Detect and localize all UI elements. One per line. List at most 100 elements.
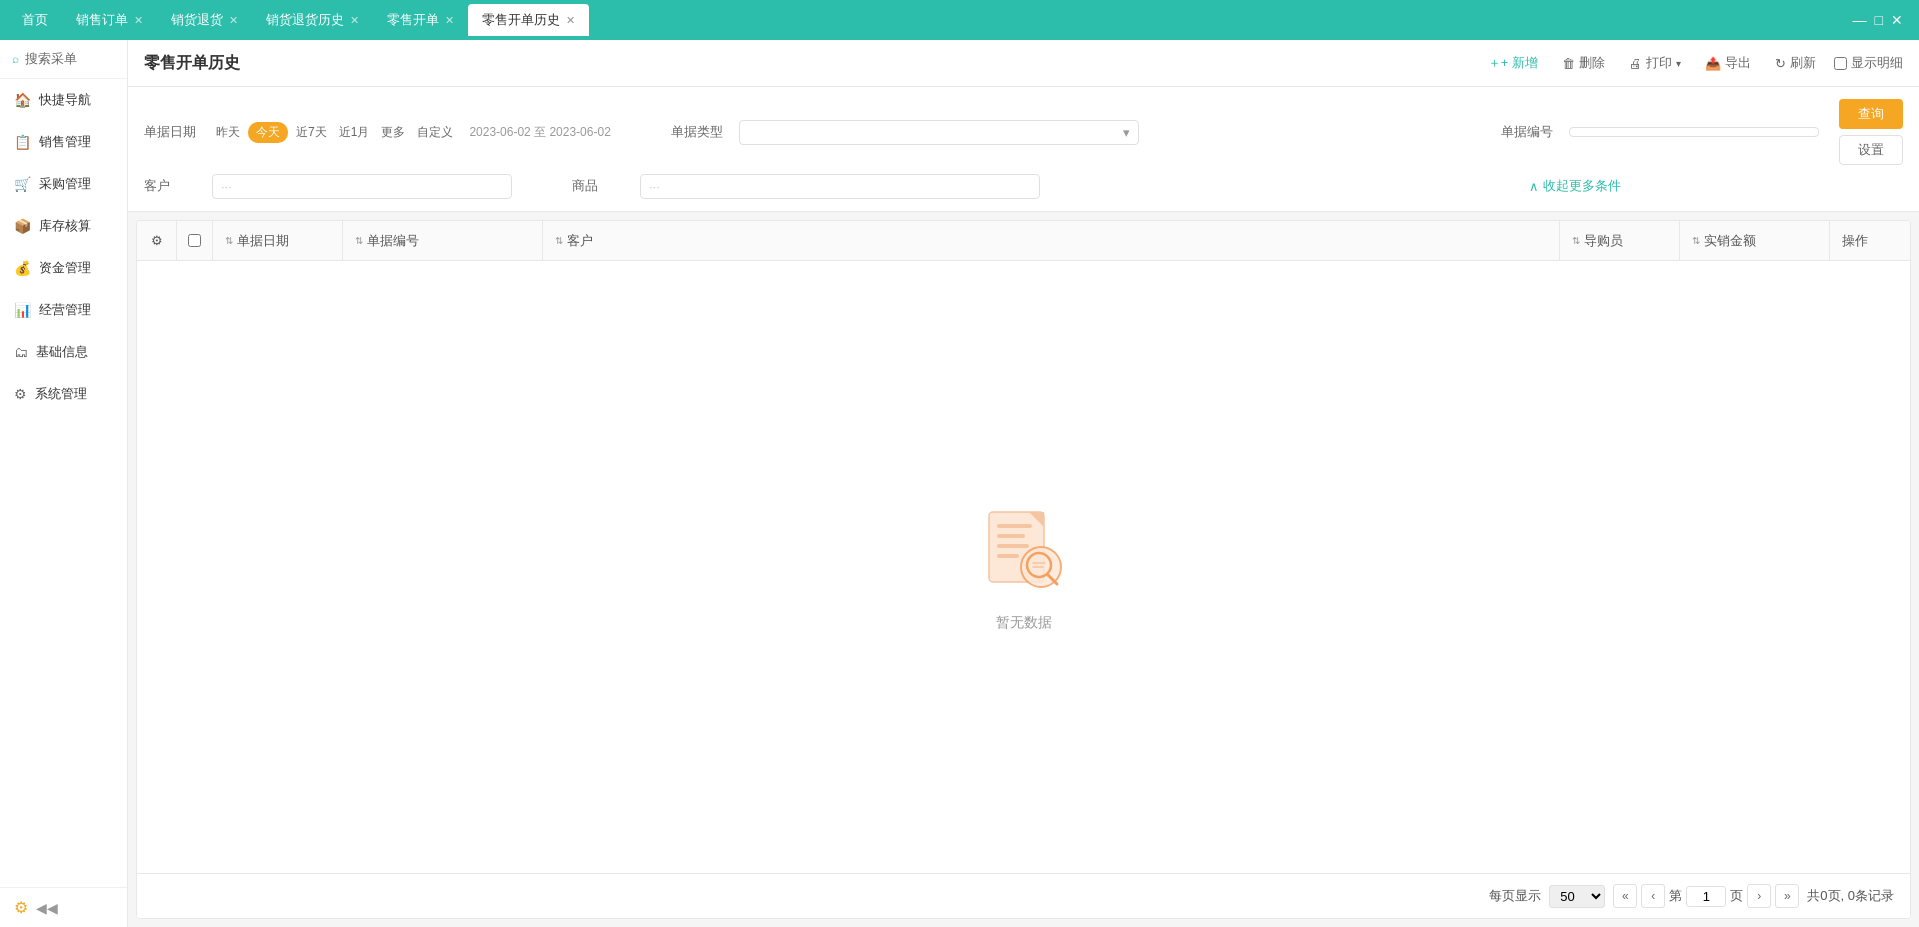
date-btn-custom[interactable]: 自定义 [413, 122, 457, 143]
show-detail-check[interactable] [1834, 57, 1847, 70]
query-button[interactable]: 查询 [1839, 99, 1903, 129]
sidebar-item-finance-label: 资金管理 [39, 259, 91, 277]
tab-bar: 首页 销售订单 ✕ 销货退货 ✕ 销货退货历史 ✕ 零售开单 ✕ 零售开单历史 … [0, 0, 1919, 40]
sidebar-item-sales-mgmt[interactable]: 📋 销售管理 [0, 121, 127, 163]
add-icon: ＋ [1488, 54, 1501, 72]
filter-date-range: 2023-06-02 至 2023-06-02 [469, 124, 610, 141]
purchase-mgmt-icon: 🛒 [14, 176, 31, 192]
sidebar-item-quick-nav[interactable]: 🏠 快捷导航 [0, 79, 127, 121]
sys-mgmt-icon: ⚙ [14, 386, 27, 402]
tab-sales-order[interactable]: 销售订单 ✕ [62, 4, 157, 36]
show-detail-checkbox[interactable]: 显示明细 [1834, 54, 1903, 72]
page-size-select[interactable]: 50 10 20 100 [1549, 885, 1605, 908]
th-date[interactable]: ⇅ 单据日期 [213, 221, 343, 260]
export-label: 导出 [1725, 54, 1751, 72]
sales-mgmt-icon: 📋 [14, 134, 31, 150]
export-button[interactable]: 📤 导出 [1699, 50, 1757, 76]
date-btn-1month[interactable]: 近1月 [335, 122, 374, 143]
tab-retail-history[interactable]: 零售开单历史 ✕ [468, 4, 589, 36]
window-close[interactable]: ✕ [1891, 12, 1903, 28]
show-detail-label: 显示明细 [1851, 54, 1903, 72]
table-container: ⚙ ⇅ 单据日期 ⇅ 单据编号 ⇅ 客户 ⇅ [136, 220, 1911, 919]
sort-amount-icon: ⇅ [1692, 235, 1700, 246]
tab-sales-return-history[interactable]: 销货退货历史 ✕ [252, 4, 373, 36]
table-header: ⚙ ⇅ 单据日期 ⇅ 单据编号 ⇅ 客户 ⇅ [137, 221, 1910, 261]
th-settings[interactable]: ⚙ [137, 221, 177, 260]
add-label: + 新增 [1501, 54, 1538, 72]
sort-date-icon: ⇅ [225, 235, 233, 246]
tab-sales-order-close[interactable]: ✕ [134, 14, 143, 27]
sidebar-item-finance[interactable]: 💰 资金管理 [0, 247, 127, 289]
date-btn-yesterday[interactable]: 昨天 [212, 122, 244, 143]
sidebar-item-purchase-mgmt[interactable]: 🛒 采购管理 [0, 163, 127, 205]
add-button[interactable]: ＋ + 新增 [1482, 50, 1544, 76]
sidebar-item-sys-mgmt[interactable]: ⚙ 系统管理 [0, 373, 127, 415]
tab-retail-open[interactable]: 零售开单 ✕ [373, 4, 468, 36]
date-btn-7days[interactable]: 近7天 [292, 122, 331, 143]
th-guide-label: 导购员 [1584, 232, 1623, 250]
th-sn-label: 单据编号 [367, 232, 419, 250]
settings-icon[interactable]: ⚙ [14, 898, 28, 917]
quick-nav-icon: 🏠 [14, 92, 31, 108]
tab-retail-history-close[interactable]: ✕ [566, 14, 575, 27]
goods-input[interactable]: ··· [640, 174, 1040, 199]
operations-icon: 📊 [14, 302, 31, 318]
refresh-label: 刷新 [1790, 54, 1816, 72]
window-maximize[interactable]: □ [1875, 12, 1883, 28]
window-controls: — □ ✕ [1853, 12, 1911, 28]
th-guide[interactable]: ⇅ 导购员 [1560, 221, 1680, 260]
column-settings-icon[interactable]: ⚙ [151, 233, 163, 248]
page-header: 零售开单历史 ＋ + 新增 🗑 删除 🖨 打印 ▾ 📤 导出 [128, 40, 1919, 87]
pagination: 每页显示 50 10 20 100 « ‹ 第 页 › » 共0页, 0条记录 [137, 873, 1910, 918]
th-checkbox[interactable] [177, 221, 213, 260]
sidebar-search[interactable]: ⌕ 搜索采单 [0, 40, 127, 79]
print-button[interactable]: 🖨 打印 ▾ [1623, 50, 1687, 76]
th-amount-label: 实销金额 [1704, 232, 1756, 250]
select-all-checkbox[interactable] [188, 234, 201, 247]
sort-guide-icon: ⇅ [1572, 235, 1580, 246]
tab-sales-return-history-close[interactable]: ✕ [350, 14, 359, 27]
collapse-sidebar-icon[interactable]: ◀◀ [36, 900, 58, 916]
th-customer[interactable]: ⇅ 客户 [543, 221, 1560, 260]
doc-type-select[interactable]: ▾ [739, 120, 1139, 145]
delete-button[interactable]: 🗑 删除 [1556, 50, 1611, 76]
page-number-input[interactable] [1686, 886, 1726, 907]
th-sn[interactable]: ⇅ 单据编号 [343, 221, 543, 260]
delete-label: 删除 [1579, 54, 1605, 72]
tab-sales-return-close[interactable]: ✕ [229, 14, 238, 27]
tab-retail-open-close[interactable]: ✕ [445, 14, 454, 27]
sidebar-item-inventory[interactable]: 📦 库存核算 [0, 205, 127, 247]
tab-home[interactable]: 首页 [8, 4, 62, 36]
page-suffix: 页 [1730, 887, 1743, 905]
print-icon: 🖨 [1629, 56, 1642, 71]
page-prev-btn[interactable]: ‹ [1641, 884, 1665, 908]
filter-settings-button[interactable]: 设置 [1839, 135, 1903, 165]
customer-input[interactable]: ··· [212, 174, 512, 199]
doc-sn-input[interactable] [1569, 127, 1819, 137]
date-btn-more[interactable]: 更多 [377, 122, 409, 143]
refresh-button[interactable]: ↻ 刷新 [1769, 50, 1822, 76]
page-first-btn[interactable]: « [1613, 884, 1637, 908]
page-size-label: 每页显示 [1489, 887, 1541, 905]
total-info: 共0页, 0条记录 [1807, 887, 1894, 905]
date-btn-today[interactable]: 今天 [248, 122, 288, 143]
page-next-btn[interactable]: › [1747, 884, 1771, 908]
sidebar-search-label: 搜索采单 [25, 50, 77, 68]
sidebar-item-quick-nav-label: 快捷导航 [39, 91, 91, 109]
sidebar-item-base-info[interactable]: 🗂 基础信息 [0, 331, 127, 373]
page-last-btn[interactable]: » [1775, 884, 1799, 908]
toolbar: ＋ + 新增 🗑 删除 🖨 打印 ▾ 📤 导出 ↻ [1482, 50, 1903, 76]
svg-rect-1 [997, 524, 1032, 528]
sidebar-item-base-info-label: 基础信息 [36, 343, 88, 361]
sidebar-item-operations[interactable]: 📊 经营管理 [0, 289, 127, 331]
sidebar-item-operations-label: 经营管理 [39, 301, 91, 319]
th-op: 操作 [1830, 221, 1910, 260]
customer-placeholder: ··· [221, 179, 232, 194]
th-amount[interactable]: ⇅ 实销金额 [1680, 221, 1830, 260]
th-date-label: 单据日期 [237, 232, 289, 250]
window-minimize[interactable]: — [1853, 12, 1867, 28]
tab-sales-return[interactable]: 销货退货 ✕ [157, 4, 252, 36]
sort-customer-icon: ⇅ [555, 235, 563, 246]
tab-retail-history-label: 零售开单历史 [482, 11, 560, 29]
collapse-more-btn[interactable]: ∧ 收起更多条件 [1525, 173, 1625, 199]
